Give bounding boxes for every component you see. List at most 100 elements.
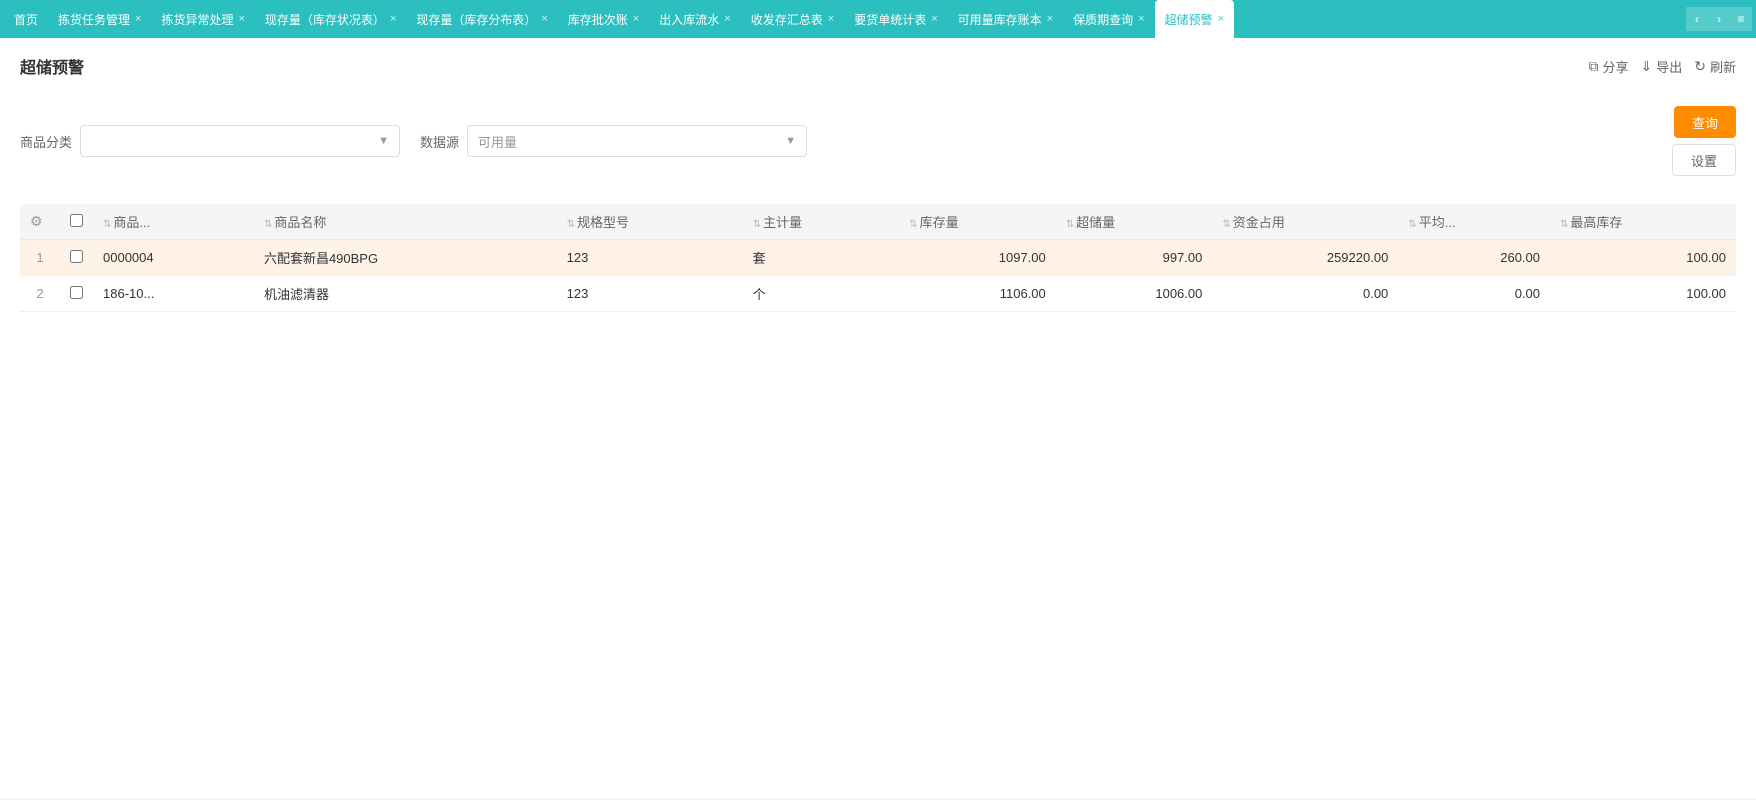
page-title: 超储预警 — [20, 54, 84, 78]
export-icon: ⇓ — [1641, 58, 1653, 75]
row-name-0: 六配套新昌490BPG — [254, 240, 557, 276]
table-header-row: ⚙ ⇅商品... ⇅商品名称 ⇅规格型号 ⇅主计量 ⇅库存量 ⇅超储量 ⇅资金占… — [20, 204, 1736, 240]
table-row: 1 0000004 六配套新昌490BPG 123 套 1097.00 997.… — [20, 240, 1736, 276]
nav-tab-1[interactable]: 拣货任务管理× — [48, 0, 151, 38]
row-over-1: 1006.00 — [1056, 276, 1213, 312]
row-over-0: 997.00 — [1056, 240, 1213, 276]
datasource-label: 数据源 — [420, 132, 459, 151]
nav-next-button[interactable]: › — [1708, 7, 1730, 31]
row-max-1: 100.00 — [1550, 276, 1736, 312]
nav-tab-close-1[interactable]: × — [135, 13, 141, 25]
category-select[interactable]: ▼ — [80, 125, 400, 157]
col-max: ⇅最高库存 — [1550, 204, 1736, 240]
row-capital-1: 0.00 — [1212, 276, 1398, 312]
select-all-checkbox[interactable] — [70, 214, 83, 227]
sort-over-icon[interactable]: ⇅ — [1066, 219, 1074, 230]
col-capital: ⇅资金占用 — [1212, 204, 1398, 240]
sort-code-icon[interactable]: ⇅ — [103, 219, 111, 230]
header-actions: ⧉ 分享 ⇓ 导出 ↻ 刷新 — [1588, 57, 1736, 76]
datasource-value: 可用量 — [478, 132, 517, 151]
sort-name-icon[interactable]: ⇅ — [264, 219, 272, 230]
nav-tab-0[interactable]: 首页 — [4, 0, 48, 38]
export-button[interactable]: ⇓ 导出 — [1641, 57, 1683, 76]
sort-max-icon[interactable]: ⇅ — [1560, 219, 1568, 230]
row-unit-1: 个 — [743, 276, 900, 312]
settings-button[interactable]: 设置 — [1672, 144, 1736, 176]
sort-stock-icon[interactable]: ⇅ — [909, 219, 917, 230]
row-check-0[interactable] — [70, 250, 83, 263]
category-label: 商品分类 — [20, 132, 72, 151]
category-filter: 商品分类 ▼ — [20, 125, 400, 157]
col-checkbox — [60, 204, 93, 240]
page-header: 超储预警 ⧉ 分享 ⇓ 导出 ↻ 刷新 — [20, 54, 1736, 78]
row-avg-0: 260.00 — [1398, 240, 1550, 276]
nav-tab-close-4[interactable]: × — [541, 13, 547, 25]
top-nav: 首页拣货任务管理×拣货异常处理×现存量（库存状况表）×现存量（库存分布表）×库存… — [0, 0, 1756, 38]
nav-tab-close-2[interactable]: × — [238, 13, 244, 25]
sort-unit-icon[interactable]: ⇅ — [753, 219, 761, 230]
row-stock-1: 1106.00 — [899, 276, 1056, 312]
nav-arrows: ‹ › ≡ — [1686, 7, 1752, 31]
col-stock: ⇅库存量 — [899, 204, 1056, 240]
row-spec-0: 123 — [557, 240, 743, 276]
col-name: ⇅商品名称 — [254, 204, 557, 240]
nav-tab-close-3[interactable]: × — [390, 13, 396, 25]
col-unit: ⇅主计量 — [743, 204, 900, 240]
nav-tab-9[interactable]: 可用量库存账本× — [948, 0, 1063, 38]
nav-tab-6[interactable]: 出入库流水× — [649, 0, 740, 38]
nav-tab-7[interactable]: 收发存汇总表× — [741, 0, 844, 38]
nav-tab-5[interactable]: 库存批次账× — [558, 0, 649, 38]
row-avg-1: 0.00 — [1398, 276, 1550, 312]
nav-tab-11[interactable]: 超储预警× — [1155, 0, 1234, 38]
row-capital-0: 259220.00 — [1212, 240, 1398, 276]
gear-icon[interactable]: ⚙ — [30, 213, 43, 229]
row-name-1: 机油滤清器 — [254, 276, 557, 312]
refresh-icon: ↻ — [1694, 58, 1706, 75]
share-button[interactable]: ⧉ 分享 — [1588, 57, 1628, 76]
nav-tab-close-8[interactable]: × — [931, 13, 937, 25]
col-over: ⇅超储量 — [1056, 204, 1213, 240]
col-avg: ⇅平均... — [1398, 204, 1550, 240]
share-icon: ⧉ — [1588, 58, 1598, 75]
row-num-1: 2 — [20, 276, 60, 312]
filter-actions: 查询 设置 — [1672, 106, 1736, 176]
datasource-filter: 数据源 可用量 ▼ — [420, 125, 807, 157]
datasource-chevron-icon: ▼ — [785, 135, 796, 147]
nav-prev-button[interactable]: ‹ — [1686, 7, 1708, 31]
nav-tab-2[interactable]: 拣货异常处理× — [151, 0, 254, 38]
row-unit-0: 套 — [743, 240, 900, 276]
nav-tab-8[interactable]: 要货单统计表× — [844, 0, 947, 38]
sort-capital-icon[interactable]: ⇅ — [1222, 219, 1230, 230]
row-checkbox-1 — [60, 276, 93, 312]
nav-tab-4[interactable]: 现存量（库存分布表）× — [406, 0, 557, 38]
page-content: 超储预警 ⧉ 分享 ⇓ 导出 ↻ 刷新 商品分类 ▼ 数据源 — [0, 38, 1756, 798]
row-num-0: 1 — [20, 240, 60, 276]
row-spec-1: 123 — [557, 276, 743, 312]
table-row: 2 186-10... 机油滤清器 123 个 1106.00 1006.00 … — [20, 276, 1736, 312]
row-stock-0: 1097.00 — [899, 240, 1056, 276]
nav-tab-close-6[interactable]: × — [724, 13, 730, 25]
row-code-1: 186-10... — [93, 276, 254, 312]
col-code: ⇅商品... — [93, 204, 254, 240]
nav-tab-3[interactable]: 现存量（库存状况表）× — [255, 0, 406, 38]
sort-spec-icon[interactable]: ⇅ — [567, 219, 575, 230]
nav-tab-close-5[interactable]: × — [633, 13, 639, 25]
col-spec: ⇅规格型号 — [557, 204, 743, 240]
nav-more-button[interactable]: ≡ — [1730, 7, 1752, 31]
nav-tab-close-7[interactable]: × — [828, 13, 834, 25]
data-table: ⚙ ⇅商品... ⇅商品名称 ⇅规格型号 ⇅主计量 ⇅库存量 ⇅超储量 ⇅资金占… — [20, 204, 1736, 312]
category-chevron-icon: ▼ — [378, 135, 389, 147]
col-gear: ⚙ — [20, 204, 60, 240]
row-check-1[interactable] — [70, 286, 83, 299]
datasource-select[interactable]: 可用量 ▼ — [467, 125, 807, 157]
nav-tab-10[interactable]: 保质期查询× — [1063, 0, 1154, 38]
nav-tab-close-10[interactable]: × — [1138, 13, 1144, 25]
row-checkbox-0 — [60, 240, 93, 276]
nav-tab-close-9[interactable]: × — [1047, 13, 1053, 25]
row-code-0: 0000004 — [93, 240, 254, 276]
refresh-button[interactable]: ↻ 刷新 — [1694, 57, 1736, 76]
sort-avg-icon[interactable]: ⇅ — [1408, 219, 1416, 230]
row-max-0: 100.00 — [1550, 240, 1736, 276]
query-button[interactable]: 查询 — [1674, 106, 1736, 138]
nav-tab-close-11[interactable]: × — [1218, 13, 1224, 25]
